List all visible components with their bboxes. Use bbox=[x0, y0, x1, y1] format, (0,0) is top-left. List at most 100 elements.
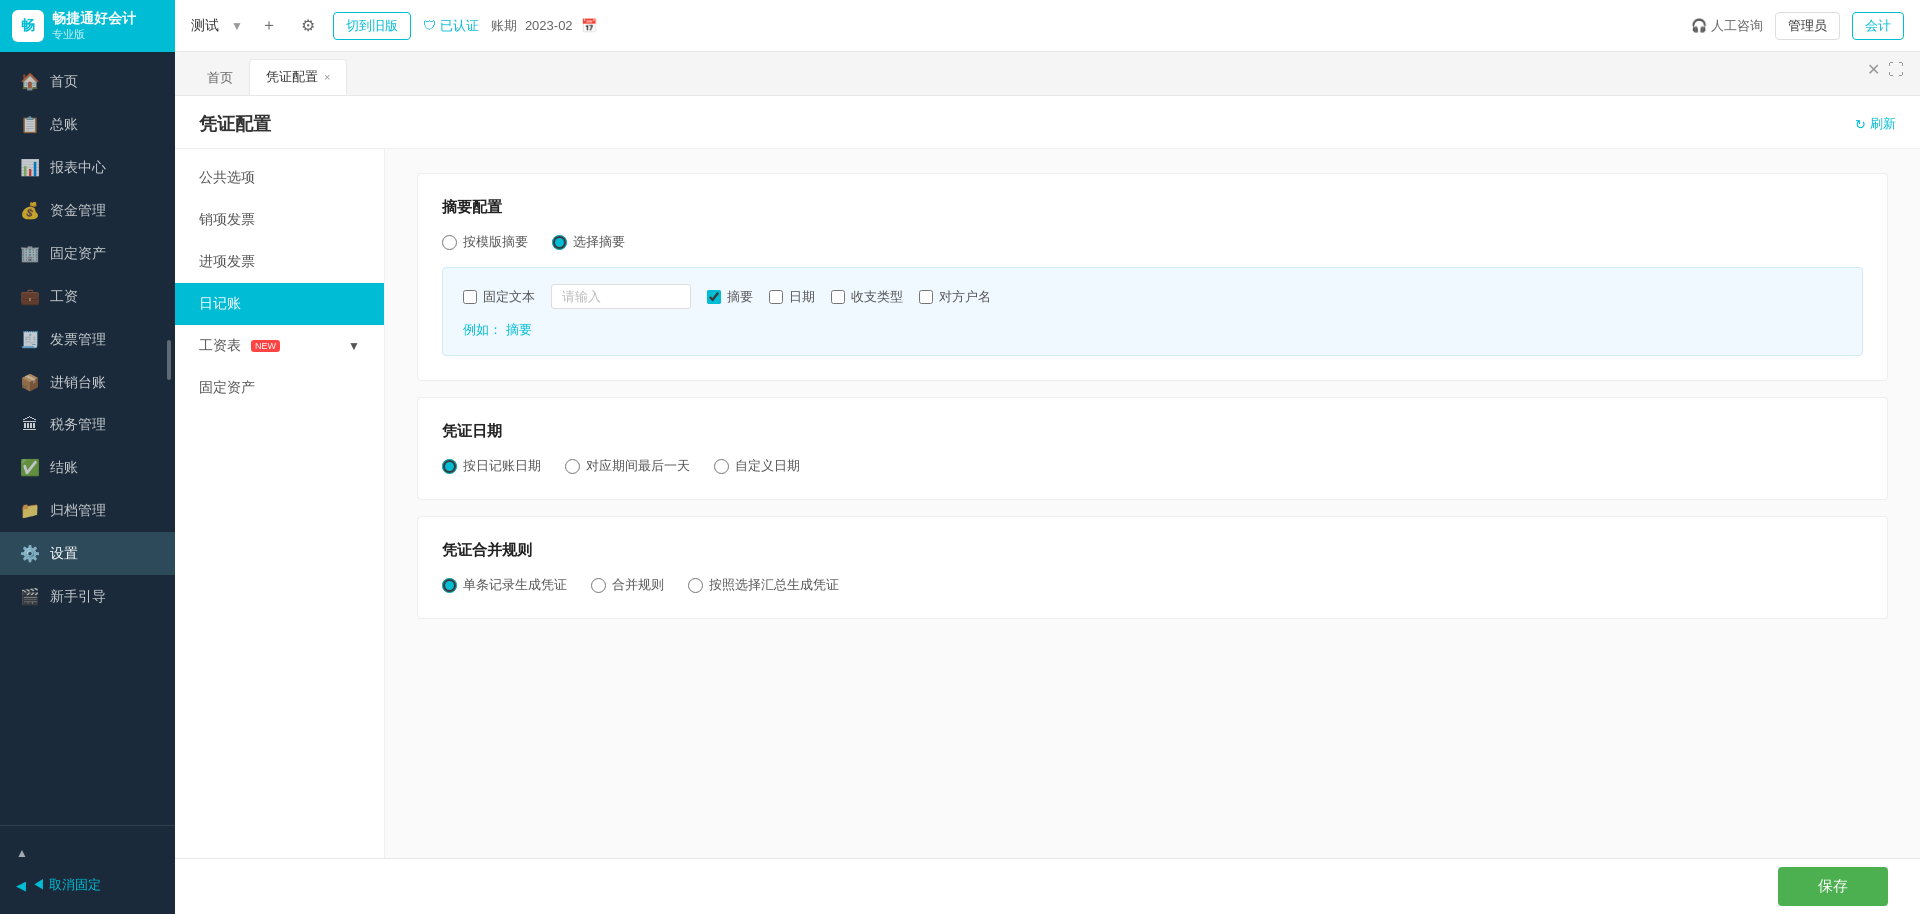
project-dropdown-icon[interactable]: ▼ bbox=[231, 19, 243, 33]
settings-button[interactable]: ⚙ bbox=[295, 12, 321, 39]
left-nav-item-payroll[interactable]: 工资表 NEW ▼ bbox=[175, 325, 384, 367]
tab-close-icon[interactable]: × bbox=[324, 71, 330, 83]
sidebar-item-settings[interactable]: ⚙️ 设置 bbox=[0, 532, 175, 575]
date-radio-last-day[interactable]: 对应期间最后一天 bbox=[565, 457, 690, 475]
guide-icon: 🎬 bbox=[20, 587, 40, 606]
example-value: 摘要 bbox=[506, 322, 532, 337]
sidebar-item-close[interactable]: ✅ 结账 bbox=[0, 446, 175, 489]
settings-icon: ⚙️ bbox=[20, 544, 40, 563]
page-title: 凭证配置 bbox=[199, 112, 271, 136]
counterpart-checkbox[interactable] bbox=[919, 290, 933, 304]
cancel-fixed-btn[interactable]: ◀ ◀ 取消固定 bbox=[0, 868, 175, 902]
left-nav-label: 公共选项 bbox=[199, 169, 255, 187]
sidebar-item-label: 税务管理 bbox=[50, 416, 106, 434]
date-radio-diary-label: 按日记账日期 bbox=[463, 457, 541, 475]
accountant-button[interactable]: 会计 bbox=[1852, 12, 1904, 40]
income-type-checkbox[interactable] bbox=[831, 290, 845, 304]
fixed-text-checkbox[interactable] bbox=[463, 290, 477, 304]
tab-home[interactable]: 首页 bbox=[191, 61, 249, 95]
sidebar-item-label: 资金管理 bbox=[50, 202, 106, 220]
summary-checkbox-label[interactable]: 摘要 bbox=[707, 288, 753, 306]
merge-radio-rule-input[interactable] bbox=[591, 578, 606, 593]
example-text: 例如： 摘要 bbox=[463, 321, 1842, 339]
reports-icon: 📊 bbox=[20, 158, 40, 177]
merge-radio-single[interactable]: 单条记录生成凭证 bbox=[442, 576, 567, 594]
date-radio-diary-input[interactable] bbox=[442, 459, 457, 474]
period-value: 2023-02 bbox=[525, 18, 573, 33]
left-nav-item-diary[interactable]: 日记账 bbox=[175, 283, 384, 325]
summary-radio-template[interactable]: 按模版摘要 bbox=[442, 233, 528, 251]
summary-label: 摘要 bbox=[727, 288, 753, 306]
add-button[interactable]: ＋ bbox=[255, 11, 283, 40]
sidebar-item-invoice[interactable]: 🧾 发票管理 bbox=[0, 318, 175, 361]
date-radio-custom[interactable]: 自定义日期 bbox=[714, 457, 800, 475]
date-label: 日期 bbox=[789, 288, 815, 306]
switch-old-version-button[interactable]: 切到旧版 bbox=[333, 12, 411, 40]
sidebar-item-label: 固定资产 bbox=[50, 245, 106, 263]
date-checkbox[interactable] bbox=[769, 290, 783, 304]
date-checkbox-label[interactable]: 日期 bbox=[769, 288, 815, 306]
left-nav-label: 工资表 bbox=[199, 337, 241, 355]
merge-radio-summary-input[interactable] bbox=[688, 578, 703, 593]
date-radio-last-day-input[interactable] bbox=[565, 459, 580, 474]
tab-home-label: 首页 bbox=[207, 69, 233, 87]
summary-radio-select[interactable]: 选择摘要 bbox=[552, 233, 625, 251]
example-prefix: 例如： bbox=[463, 322, 502, 337]
app-name: 畅捷通好会计 bbox=[52, 10, 136, 27]
calendar-icon[interactable]: 📅 bbox=[581, 18, 597, 33]
left-nav-label: 固定资产 bbox=[199, 379, 255, 397]
period-label: 账期 bbox=[491, 17, 517, 35]
sidebar-item-guide[interactable]: 🎬 新手引导 bbox=[0, 575, 175, 618]
summary-radio-select-label: 选择摘要 bbox=[573, 233, 625, 251]
left-nav: 公共选项 销项发票 进项发票 日记账 工资表 NEW ▼ 固定资产 bbox=[175, 149, 385, 907]
income-type-label: 收支类型 bbox=[851, 288, 903, 306]
ledger-icon: 📋 bbox=[20, 115, 40, 134]
sidebar-footer: ▲ ◀ ◀ 取消固定 bbox=[0, 825, 175, 914]
save-button[interactable]: 保存 bbox=[1778, 867, 1888, 906]
summary-radio-template-input[interactable] bbox=[442, 235, 457, 250]
chevron-icon: ▼ bbox=[348, 339, 360, 353]
tab-voucher-config[interactable]: 凭证配置 × bbox=[249, 59, 347, 95]
tab-voucher-config-label: 凭证配置 bbox=[266, 68, 318, 86]
sidebar-item-funds[interactable]: 💰 资金管理 bbox=[0, 189, 175, 232]
sidebar-item-label: 报表中心 bbox=[50, 159, 106, 177]
sidebar-item-tax[interactable]: 🏛 税务管理 bbox=[0, 404, 175, 446]
expand-button[interactable]: ⛶ bbox=[1888, 61, 1904, 79]
sidebar-item-archive[interactable]: 📁 归档管理 bbox=[0, 489, 175, 532]
purchase-sales-icon: 📦 bbox=[20, 373, 40, 392]
sidebar-item-assets[interactable]: 🏢 固定资产 bbox=[0, 232, 175, 275]
merge-radio-single-input[interactable] bbox=[442, 578, 457, 593]
sidebar-item-ledger[interactable]: 📋 总账 bbox=[0, 103, 175, 146]
fixed-text-checkbox-label[interactable]: 固定文本 bbox=[463, 288, 535, 306]
tab-actions: ✕ ⛶ bbox=[1867, 60, 1904, 79]
sidebar-item-purchase-sales[interactable]: 📦 进销台账 bbox=[0, 361, 175, 404]
left-nav-item-fixed-assets[interactable]: 固定资产 bbox=[175, 367, 384, 409]
certified-badge: 🛡 已认证 bbox=[423, 17, 479, 35]
merge-radio-rule[interactable]: 合并规则 bbox=[591, 576, 664, 594]
date-radio-custom-input[interactable] bbox=[714, 459, 729, 474]
counterpart-checkbox-label[interactable]: 对方户名 bbox=[919, 288, 991, 306]
consult-label: 人工咨询 bbox=[1711, 17, 1763, 35]
income-type-checkbox-label[interactable]: 收支类型 bbox=[831, 288, 903, 306]
left-nav-item-public[interactable]: 公共选项 bbox=[175, 157, 384, 199]
sidebar-item-reports[interactable]: 📊 报表中心 bbox=[0, 146, 175, 189]
merge-radio-summary[interactable]: 按照选择汇总生成凭证 bbox=[688, 576, 839, 594]
user-button[interactable]: 管理员 bbox=[1775, 12, 1840, 40]
summary-radio-select-input[interactable] bbox=[552, 235, 567, 250]
close-tab-button[interactable]: ✕ bbox=[1867, 60, 1880, 79]
refresh-label: 刷新 bbox=[1870, 115, 1896, 133]
summary-checkbox[interactable] bbox=[707, 290, 721, 304]
left-nav-item-purchase-invoice[interactable]: 进项发票 bbox=[175, 241, 384, 283]
refresh-icon: ↻ bbox=[1855, 117, 1866, 132]
sidebar-item-salary[interactable]: 💼 工资 bbox=[0, 275, 175, 318]
sidebar-item-home[interactable]: 🏠 首页 bbox=[0, 60, 175, 103]
left-nav-item-sales-invoice[interactable]: 销项发票 bbox=[175, 199, 384, 241]
fixed-text-input[interactable] bbox=[551, 284, 691, 309]
consult-button[interactable]: 🎧 人工咨询 bbox=[1691, 17, 1763, 35]
merge-radio-summary-label: 按照选择汇总生成凭证 bbox=[709, 576, 839, 594]
close-period-icon: ✅ bbox=[20, 458, 40, 477]
summary-checkbox-row: 固定文本 摘要 日期 收支类型 bbox=[463, 284, 1842, 309]
refresh-button[interactable]: ↻ 刷新 bbox=[1855, 115, 1896, 133]
date-radio-diary[interactable]: 按日记账日期 bbox=[442, 457, 541, 475]
sidebar-scroll-up[interactable]: ▲ bbox=[0, 838, 175, 868]
